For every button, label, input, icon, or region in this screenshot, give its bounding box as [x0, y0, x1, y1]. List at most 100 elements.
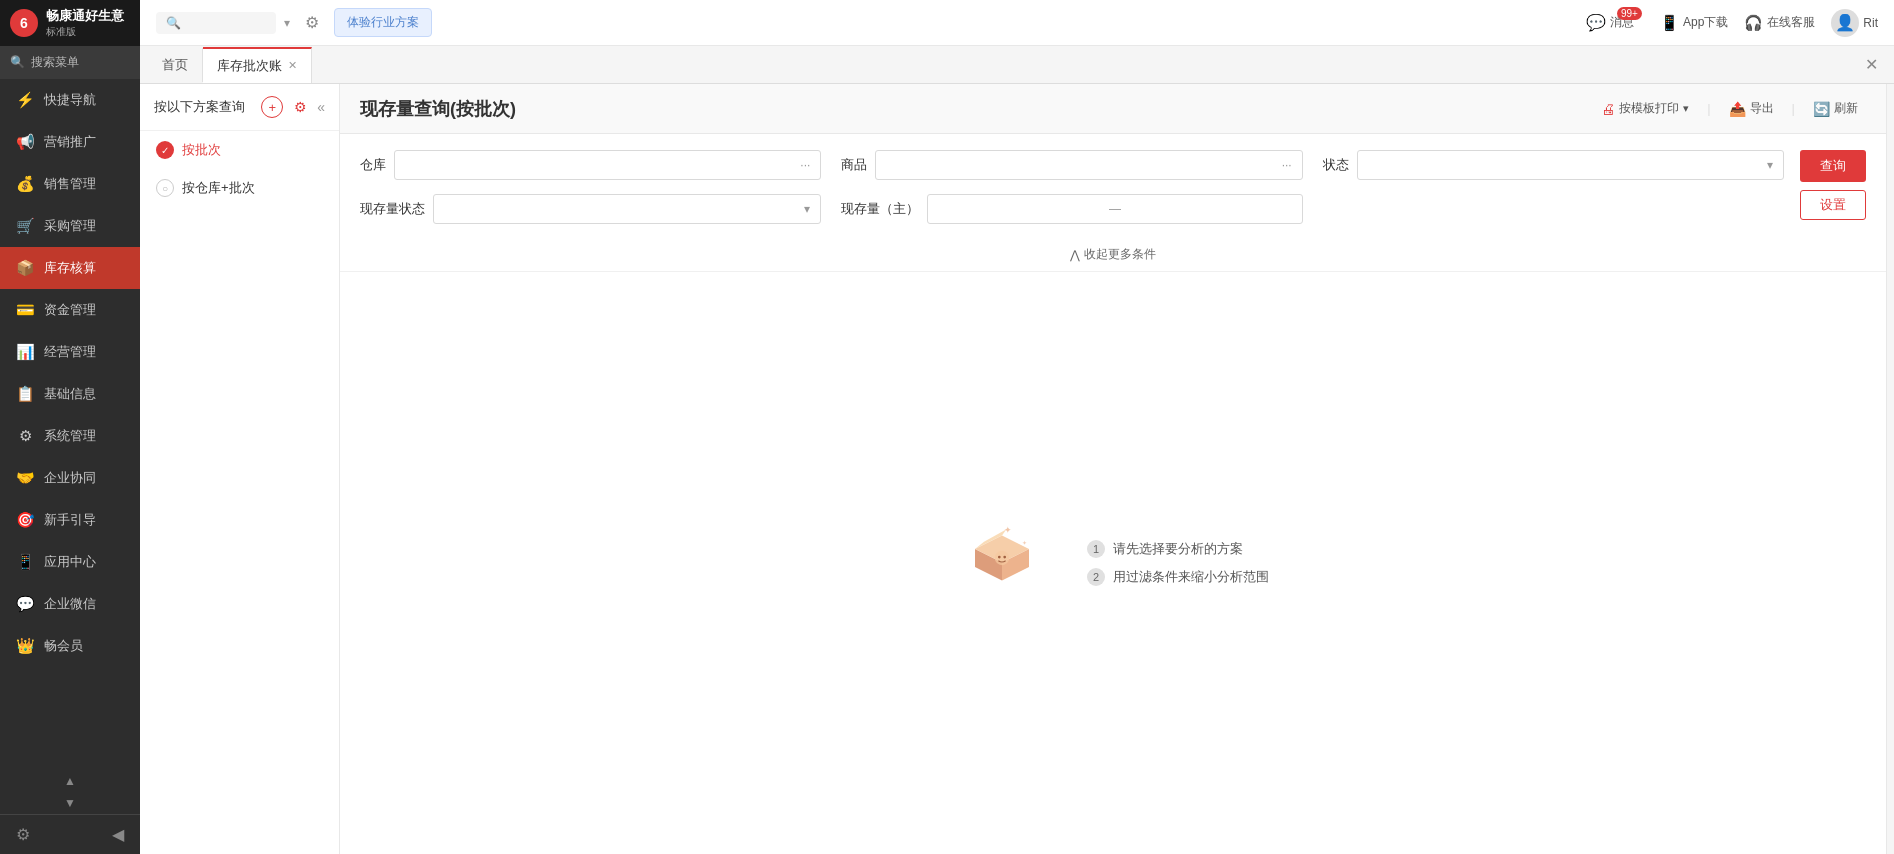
sidebar-item-operations[interactable]: 📊 经营管理	[0, 331, 140, 373]
sidebar-scroll-down[interactable]: ▼	[0, 792, 140, 814]
print-icon: 🖨	[1601, 101, 1615, 117]
product-more-icon[interactable]: ···	[1282, 158, 1292, 172]
appcenter-icon: 📱	[16, 553, 34, 571]
gear-schema-btn[interactable]: ⚙	[289, 96, 311, 118]
schema-inactive-icon: ○	[156, 179, 174, 197]
user-avatar: 👤	[1831, 9, 1859, 37]
schema-item-batch[interactable]: ✓ 按批次	[140, 131, 339, 169]
collapse-panel-btn[interactable]: «	[317, 99, 325, 115]
empty-state: ✦ ✦ 1 请先选择要分析的方案 2	[340, 272, 1886, 854]
query-btn[interactable]: 查询	[1800, 150, 1866, 182]
tabbar: 首页 库存批次账 ✕ ✕	[140, 46, 1894, 84]
sidebar-item-purchase[interactable]: 🛒 采购管理	[0, 205, 140, 247]
inventory-status-select[interactable]: ▾	[433, 194, 821, 224]
sidebar-item-basics[interactable]: 📋 基础信息	[0, 373, 140, 415]
inventory-main-range[interactable]: —	[927, 194, 1302, 224]
warehouse-more-icon[interactable]: ···	[800, 158, 810, 172]
search-icon: 🔍	[10, 55, 25, 69]
tab-inventory-batch[interactable]: 库存批次账 ✕	[203, 47, 312, 83]
print-dropdown-icon[interactable]: ▾	[1683, 102, 1689, 115]
inventory-main-label: 现存量（主）	[841, 200, 919, 218]
tab-close-icon[interactable]: ✕	[288, 59, 297, 72]
sidebar-item-inventory[interactable]: 📦 库存核算	[0, 247, 140, 289]
phone-icon: 📱	[1660, 14, 1679, 32]
topbar-dropdown[interactable]: ▾	[284, 16, 290, 30]
page-header: 现存量查询(按批次) 🖨 按模板打印 ▾ | 📤 导出 | 🔄	[340, 84, 1886, 134]
app-title: 畅康通好生意 标准版	[46, 8, 124, 38]
experience-btn[interactable]: 体验行业方案	[334, 8, 432, 37]
content-area: 按以下方案查询 + ⚙ « ✓ 按批次 ○ 按仓库+批次 现存量查询(按批次)	[140, 84, 1894, 854]
headset-icon: 🎧	[1744, 14, 1763, 32]
sidebar-item-marketing[interactable]: 📢 营销推广	[0, 121, 140, 163]
footer-collapse-icon[interactable]: ◀	[112, 825, 124, 844]
sidebar-scroll-up[interactable]: ▲	[0, 770, 140, 792]
settings-btn[interactable]: 设置	[1800, 190, 1866, 220]
basics-icon: 📋	[16, 385, 34, 403]
newguide-icon: 🎯	[16, 511, 34, 529]
tip-num-2: 2	[1087, 568, 1105, 586]
topbar-messages[interactable]: 💬 消息 99+	[1586, 13, 1634, 32]
svg-point-7	[998, 556, 1001, 559]
svg-point-8	[1003, 556, 1006, 559]
topbar-search-box[interactable]: 🔍	[156, 12, 276, 34]
filter-row-2: 现存量状态 ▾ 现存量（主） —	[360, 194, 1784, 224]
topbar-app-download[interactable]: 📱 App下载	[1660, 14, 1728, 32]
sidebar-item-wechat[interactable]: 💬 企业微信	[0, 583, 140, 625]
sidebar-item-newguide[interactable]: 🎯 新手引导	[0, 499, 140, 541]
filter-product: 商品 ···	[841, 150, 1302, 180]
main-area: 🔍 ▾ ⚙ 体验行业方案 💬 消息 99+ 📱 App下载 🎧 在线客服	[140, 0, 1894, 854]
messages-badge: 99+	[1617, 7, 1642, 20]
empty-tips: 1 请先选择要分析的方案 2 用过滤条件来缩小分析范围	[1087, 540, 1269, 586]
left-panel-actions: + ⚙ «	[261, 96, 325, 118]
user-name: Rit	[1863, 16, 1878, 30]
cube-illustration: ✦ ✦	[957, 513, 1047, 603]
topbar-left: 🔍 ▾ ⚙ 体验行业方案	[156, 8, 1576, 37]
warehouse-input[interactable]: ···	[394, 150, 821, 180]
export-btn[interactable]: 📤 导出	[1721, 96, 1782, 121]
sidebar-search[interactable]: 🔍 搜索菜单	[0, 46, 140, 79]
schema-active-icon: ✓	[156, 141, 174, 159]
sidebar-item-finance[interactable]: 💳 资金管理	[0, 289, 140, 331]
print-btn[interactable]: 🖨 按模板打印 ▾	[1593, 96, 1697, 121]
inventory-status-dropdown-icon: ▾	[804, 202, 810, 216]
tip-text-2: 用过滤条件来缩小分析范围	[1113, 568, 1269, 586]
sidebar-item-member[interactable]: 👑 畅会员	[0, 625, 140, 667]
scrollbar-right[interactable]	[1886, 84, 1894, 854]
export-icon: 📤	[1729, 101, 1746, 117]
add-schema-btn[interactable]: +	[261, 96, 283, 118]
topbar: 🔍 ▾ ⚙ 体验行业方案 💬 消息 99+ 📱 App下载 🎧 在线客服	[140, 0, 1894, 46]
enterprise-icon: 🤝	[16, 469, 34, 487]
filter-area: 仓库 ··· 商品 ···	[340, 134, 1886, 272]
left-panel-header: 按以下方案查询 + ⚙ «	[140, 84, 339, 131]
tab-close-global[interactable]: ✕	[1857, 55, 1886, 74]
sidebar-item-system[interactable]: ⚙ 系统管理	[0, 415, 140, 457]
status-select[interactable]: ▾	[1357, 150, 1784, 180]
sidebar-item-appcenter[interactable]: 📱 应用中心	[0, 541, 140, 583]
empty-icon: ✦ ✦	[957, 513, 1057, 613]
refresh-btn[interactable]: 🔄 刷新	[1805, 96, 1866, 121]
collapse-more-conditions[interactable]: ⋀ 收起更多条件	[360, 238, 1866, 271]
sidebar-item-enterprise[interactable]: 🤝 企业协同	[0, 457, 140, 499]
left-panel: 按以下方案查询 + ⚙ « ✓ 按批次 ○ 按仓库+批次	[140, 84, 340, 854]
sidebar-item-sales[interactable]: 💰 销售管理	[0, 163, 140, 205]
sidebar-footer: ⚙ ◀	[0, 814, 140, 854]
app-logo: 6	[10, 9, 38, 37]
sidebar-item-shortcut[interactable]: ⚡ 快捷导航	[0, 79, 140, 121]
topbar-user[interactable]: 👤 Rit	[1831, 9, 1878, 37]
empty-tip-2: 2 用过滤条件来缩小分析范围	[1087, 568, 1269, 586]
schema-item-warehouse-batch[interactable]: ○ 按仓库+批次	[140, 169, 339, 207]
refresh-icon: 🔄	[1813, 101, 1830, 117]
inventory-status-label: 现存量状态	[360, 200, 425, 218]
finance-icon: 💳	[16, 301, 34, 319]
member-icon: 👑	[16, 637, 34, 655]
sales-icon: 💰	[16, 175, 34, 193]
filter-status: 状态 ▾	[1323, 150, 1784, 180]
topbar-search-icon: 🔍	[166, 16, 181, 30]
tab-home[interactable]: 首页	[148, 48, 203, 82]
topbar-online-service[interactable]: 🎧 在线客服	[1744, 14, 1815, 32]
topbar-gear-btn[interactable]: ⚙	[298, 9, 326, 37]
sidebar-nav: ⚡ 快捷导航 📢 营销推广 💰 销售管理 🛒 采购管理 📦 库存核算 💳 资金管…	[0, 79, 140, 770]
shortcut-icon: ⚡	[16, 91, 34, 109]
footer-settings-icon[interactable]: ⚙	[16, 825, 30, 844]
product-input[interactable]: ···	[875, 150, 1302, 180]
